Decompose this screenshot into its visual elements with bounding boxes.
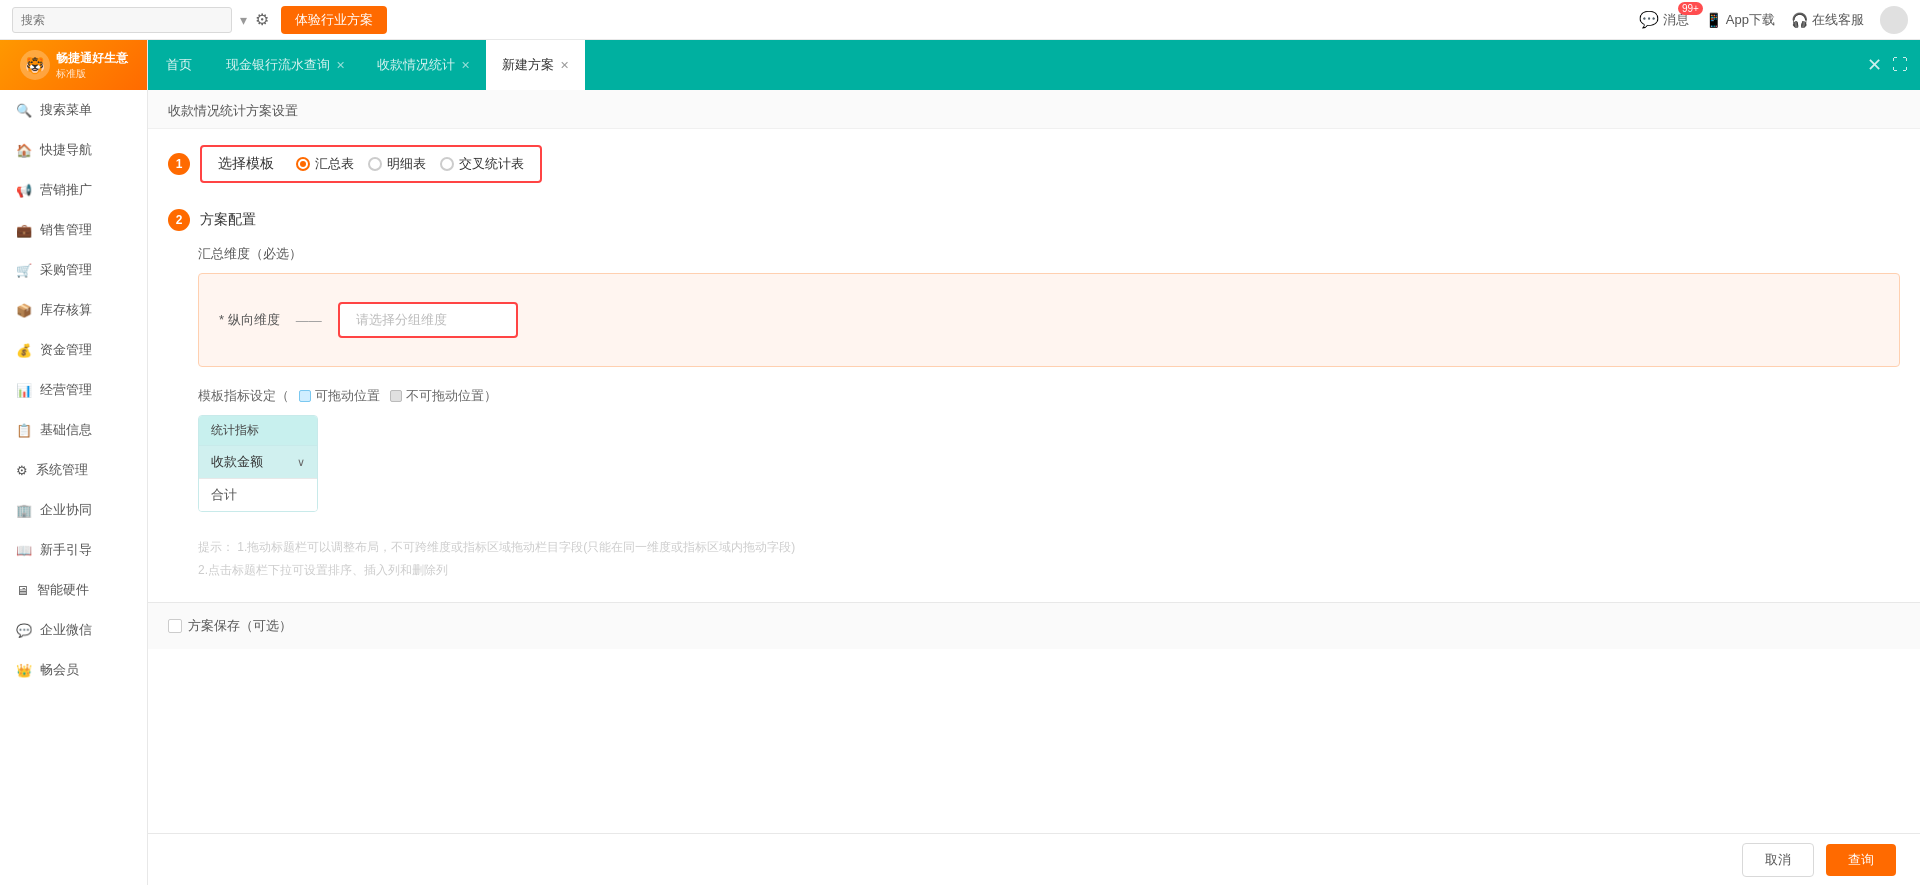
breadcrumb: 收款情况统计方案设置: [148, 90, 1920, 129]
bottom-save-row: 方案保存（可选）: [148, 602, 1920, 649]
headphone-icon: 🎧: [1791, 12, 1808, 28]
sidebar-item-collab[interactable]: 🏢企业协同: [0, 490, 147, 530]
metrics-card-sub: 合计: [199, 479, 317, 511]
system-icon: ⚙: [16, 463, 28, 478]
sidebar-item-hardware[interactable]: 🖥智能硬件: [0, 570, 147, 610]
tips-section: 提示： 1.拖动标题栏可以调整布局，不可跨维度或指标区域拖动栏目字段(只能在同一…: [198, 536, 1900, 582]
purchase-icon: 🛒: [16, 263, 32, 278]
metrics-group: 统计指标 收款金额 ∨ 合计: [198, 415, 318, 512]
save-checkbox[interactable]: [168, 619, 182, 633]
tab-new-plan-close[interactable]: ✕: [560, 59, 569, 72]
basic-icon: 📋: [16, 423, 32, 438]
home-icon: 🏠: [16, 143, 32, 158]
step1-label: 选择模板: [218, 155, 274, 173]
tab-new-plan-label: 新建方案: [502, 56, 554, 74]
sidebar-item-member[interactable]: 👑畅会员: [0, 650, 147, 690]
step2-label: 方案配置: [200, 211, 256, 229]
management-icon: 📊: [16, 383, 32, 398]
sidebar-item-search[interactable]: 🔍搜索菜单: [0, 90, 147, 130]
dim-arrow: ——: [296, 313, 322, 328]
tab-cash-query-close[interactable]: ✕: [336, 59, 345, 72]
radio-cross[interactable]: 交叉统计表: [440, 155, 524, 173]
dropdown-icon: ▾: [240, 12, 247, 28]
support-btn[interactable]: 🎧 在线客服: [1791, 11, 1864, 29]
wechat-icon: 💬: [16, 623, 32, 638]
message-icon: 💬: [1639, 10, 1659, 29]
radio-detail-label: 明细表: [387, 155, 426, 173]
tab-payment-stats-label: 收款情况统计: [377, 56, 455, 74]
inventory-icon: 📦: [16, 303, 32, 318]
sidebar-item-marketing[interactable]: 📢营销推广: [0, 170, 147, 210]
tip2: 2.点击标题栏下拉可设置排序、插入列和删除列: [198, 563, 448, 577]
radio-summary-label: 汇总表: [315, 155, 354, 173]
tab-cash-query-label: 现金银行流水查询: [226, 56, 330, 74]
dimension-title: 汇总维度（必选）: [198, 245, 1900, 263]
logo-text: 畅捷通好生意: [56, 50, 128, 67]
save-label: 方案保存（可选）: [188, 617, 292, 635]
gear-icon[interactable]: ⚙: [255, 10, 269, 29]
tab-home[interactable]: 首页: [148, 40, 210, 90]
sidebar-item-inventory[interactable]: 📦库存核算: [0, 290, 147, 330]
tips-title: 提示：: [198, 540, 234, 554]
sidebar-logo: 🐯 畅捷通好生意 标准版: [0, 40, 147, 90]
sidebar-item-wechat[interactable]: 💬企业微信: [0, 610, 147, 650]
tab-new-plan[interactable]: 新建方案 ✕: [486, 40, 585, 90]
sidebar-item-system[interactable]: ⚙系统管理: [0, 450, 147, 490]
step2-badge: 2: [168, 209, 190, 231]
step1-badge: 1: [168, 153, 190, 175]
tab-payment-stats-close[interactable]: ✕: [461, 59, 470, 72]
sidebar-item-basic[interactable]: 📋基础信息: [0, 410, 147, 450]
sidebar-item-purchase[interactable]: 🛒采购管理: [0, 250, 147, 290]
guide-icon: 📖: [16, 543, 32, 558]
sidebar-item-guide[interactable]: 📖新手引导: [0, 530, 147, 570]
message-btn[interactable]: 💬 消息 99+: [1639, 10, 1689, 29]
sales-icon: 💼: [16, 223, 32, 238]
radio-cross-label: 交叉统计表: [459, 155, 524, 173]
hardware-icon: 🖥: [16, 583, 29, 598]
app-download-btn[interactable]: 📱 App下载: [1705, 11, 1775, 29]
search-input[interactable]: [12, 7, 232, 33]
tab-cash-query[interactable]: 现金银行流水查询 ✕: [210, 40, 361, 90]
sidebar-item-sales[interactable]: 💼销售管理: [0, 210, 147, 250]
app-download-label: App下载: [1726, 11, 1775, 29]
cancel-button[interactable]: 取消: [1742, 843, 1814, 877]
tab-home-label: 首页: [166, 56, 192, 74]
tab-close-all-icon[interactable]: ✕: [1867, 54, 1882, 76]
footer-bar: 取消 查询: [148, 833, 1920, 885]
dim-select-box[interactable]: 请选择分组维度: [338, 302, 518, 338]
tab-payment-stats[interactable]: 收款情况统计 ✕: [361, 40, 486, 90]
sidebar-item-management[interactable]: 📊经营管理: [0, 370, 147, 410]
metrics-setting-label: 模板指标设定（ 可拖动位置 不可拖动位置）: [198, 387, 1900, 405]
metrics-group-label: 统计指标: [211, 423, 259, 437]
search-icon: 🔍: [16, 103, 32, 118]
trial-button[interactable]: 体验行业方案: [281, 6, 387, 34]
member-icon: 👑: [16, 663, 32, 678]
avatar[interactable]: [1880, 6, 1908, 34]
drag-label: 可拖动位置: [315, 387, 380, 405]
marketing-icon: 📢: [16, 183, 32, 198]
chevron-down-icon: ∨: [297, 456, 305, 469]
radio-detail[interactable]: 明细表: [368, 155, 426, 173]
tip1: 1.拖动标题栏可以调整布局，不可跨维度或指标区域拖动栏目字段(只能在同一维度或指…: [237, 540, 795, 554]
finance-icon: 💰: [16, 343, 32, 358]
radio-summary[interactable]: 汇总表: [296, 155, 354, 173]
metrics-card[interactable]: 收款金额 ∨: [199, 446, 317, 479]
dimension-area: * 纵向维度 —— 请选择分组维度: [198, 273, 1900, 367]
phone-icon: 📱: [1705, 12, 1722, 28]
message-badge: 99+: [1678, 2, 1703, 15]
support-label: 在线客服: [1812, 11, 1864, 29]
sidebar-item-home[interactable]: 🏠快捷导航: [0, 130, 147, 170]
logo-sub: 标准版: [56, 67, 128, 81]
collab-icon: 🏢: [16, 503, 32, 518]
dim-row-label: * 纵向维度: [219, 311, 280, 329]
sidebar-item-finance[interactable]: 💰资金管理: [0, 330, 147, 370]
metrics-card-title: 收款金额: [211, 453, 263, 471]
no-drag-label: 不可拖动位置）: [406, 387, 497, 405]
tab-expand-icon[interactable]: ⛶: [1892, 56, 1908, 74]
query-button[interactable]: 查询: [1826, 844, 1896, 876]
